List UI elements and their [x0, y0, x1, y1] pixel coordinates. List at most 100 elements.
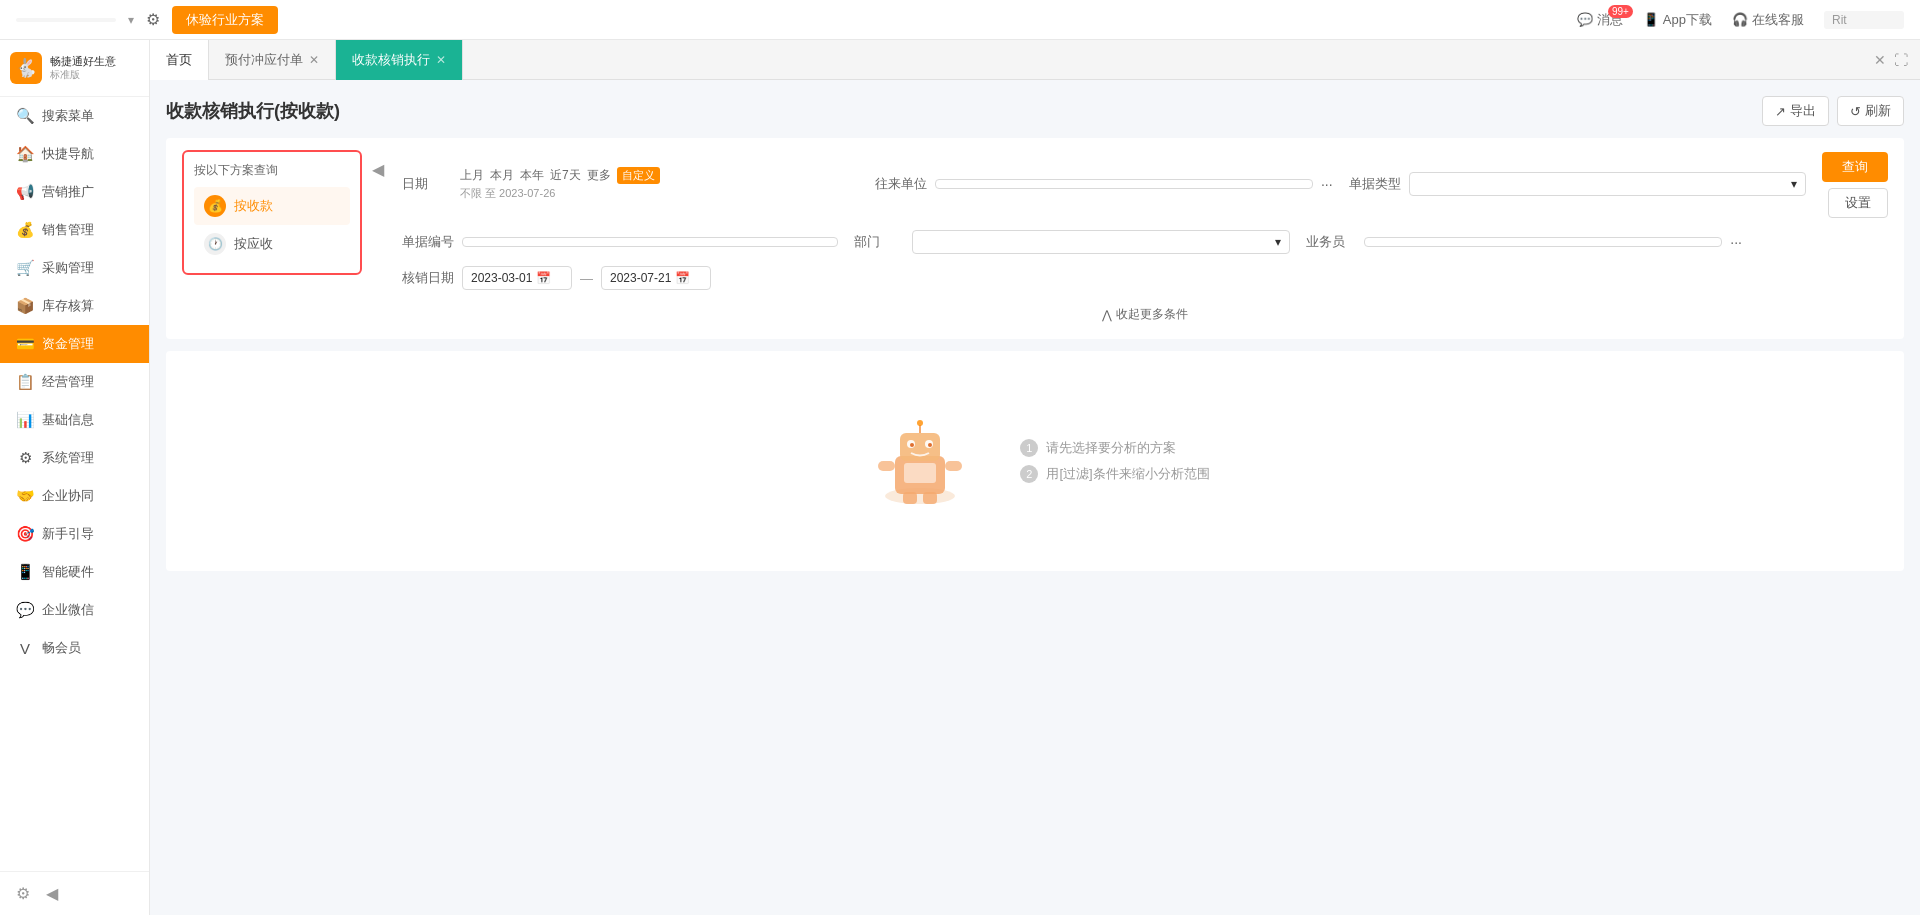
collapse-more-btn[interactable]: ⋀ 收起更多条件 [402, 302, 1888, 327]
sidebar-logo: 🐇 畅捷通好生意 标准版 [0, 40, 149, 97]
empty-num-2: 2 [1020, 465, 1038, 483]
page-title-bar: 收款核销执行(按收款) ↗ 导出 ↺ 刷新 [166, 96, 1904, 126]
tab-label-prepay: 预付冲应付单 [225, 51, 303, 69]
sidebar-item-quick-nav[interactable]: 🏠快捷导航 [0, 135, 149, 173]
dept-label: 部门 [854, 233, 904, 251]
topbar: ▾ ⚙ 休验行业方案 💬 消息 99+ 📱 App下载 🎧 在线客服 Rit [0, 0, 1920, 40]
collapse-icon: ⋀ [1102, 308, 1112, 322]
export-btn[interactable]: ↗ 导出 [1762, 96, 1829, 126]
filter-partner-item: 往来单位 ··· [875, 175, 1332, 193]
tab-close-prepay[interactable]: ✕ [309, 53, 319, 67]
filter-row-2: 单据编号 部门 ▾ 业务员 [402, 230, 1888, 254]
sidebar-item-hardware[interactable]: 📱智能硬件 [0, 553, 149, 591]
search-icon: 🔍 [16, 107, 34, 125]
sidebar-item-search[interactable]: 🔍搜索菜单 [0, 97, 149, 135]
industry-btn[interactable]: 休验行业方案 [172, 6, 278, 34]
date-more[interactable]: 更多 [587, 167, 611, 184]
sidebar-bottom: ⚙ ◀ [0, 871, 149, 915]
sidebar-label-wechat: 企业微信 [42, 601, 94, 619]
sidebar-item-operation[interactable]: 📋经营管理 [0, 363, 149, 401]
msg-badge: 99+ [1608, 5, 1633, 18]
date-custom[interactable]: 自定义 [617, 167, 660, 184]
filter-salesman-item: 业务员 ··· [1306, 233, 1742, 251]
wechat-icon: 💬 [16, 601, 34, 619]
sidebar-item-marketing[interactable]: 📢营销推广 [0, 173, 149, 211]
query-btn[interactable]: 查询 [1822, 152, 1888, 182]
sales-icon: 💰 [16, 221, 34, 239]
empty-illustration [860, 411, 980, 511]
maximize-icon[interactable]: ⛶ [1894, 52, 1908, 68]
doctype-chevron-icon: ▾ [1791, 177, 1797, 191]
settings-btn[interactable]: 设置 [1828, 188, 1888, 218]
date-last-month[interactable]: 上月 [460, 167, 484, 184]
svg-rect-12 [923, 492, 937, 504]
sidebar-item-guide[interactable]: 🎯新手引导 [0, 515, 149, 553]
topbar-msg[interactable]: 💬 消息 99+ [1577, 11, 1623, 29]
sidebar-item-sales[interactable]: 💰销售管理 [0, 211, 149, 249]
tab-label-receivable: 收款核销执行 [352, 51, 430, 69]
date-this-month[interactable]: 本月 [490, 167, 514, 184]
calendar-start-icon: 📅 [536, 271, 551, 285]
tab-home[interactable]: 首页 [150, 40, 209, 80]
filter-collapse-icon[interactable]: ◀ [370, 158, 386, 181]
tab-close-receivable[interactable]: ✕ [436, 53, 446, 67]
topbar-right: 💬 消息 99+ 📱 App下载 🎧 在线客服 Rit [1577, 11, 1904, 29]
partner-input[interactable] [935, 179, 1313, 189]
tab-label-home: 首页 [166, 51, 192, 69]
guide-icon: 🎯 [16, 525, 34, 543]
topbar-app[interactable]: 📱 App下载 [1643, 11, 1712, 29]
dept-chevron-icon: ▾ [1275, 235, 1281, 249]
tab-receivable[interactable]: 收款核销执行 ✕ [336, 40, 463, 80]
date-this-year[interactable]: 本年 [520, 167, 544, 184]
filter-row-3: 核销日期 2023-03-01 📅 — 2023-07-21 📅 [402, 266, 1888, 290]
salesman-input[interactable] [1364, 237, 1722, 247]
close-window-icon[interactable]: ✕ [1874, 52, 1886, 68]
sidebar-item-member[interactable]: V畅会员 [0, 629, 149, 667]
sidebar-item-finance[interactable]: 💳资金管理 [0, 325, 149, 363]
page-title: 收款核销执行(按收款) [166, 99, 340, 123]
filter-option-receipt[interactable]: 💰 按收款 [194, 187, 350, 225]
filter-option-receivable[interactable]: 🕐 按应收 [194, 225, 350, 263]
verify-date-end[interactable]: 2023-07-21 📅 [601, 266, 711, 290]
sidebar-items: 🔍搜索菜单🏠快捷导航📢营销推广💰销售管理🛒采购管理📦库存核算💳资金管理📋经营管理… [0, 97, 149, 871]
sidebar-item-system[interactable]: ⚙系统管理 [0, 439, 149, 477]
tab-prepay[interactable]: 预付冲应付单 ✕ [209, 40, 336, 80]
dept-select[interactable]: ▾ [912, 230, 1290, 254]
filter-form: 日期 上月 本月 本年 近7天 更多 自定义 不限 至 [402, 150, 1888, 327]
sidebar-collapse-icon[interactable]: ◀ [46, 884, 58, 903]
sidebar-item-collab[interactable]: 🤝 企业协同 [0, 477, 149, 515]
svg-point-5 [910, 443, 914, 447]
sidebar-label-collab: 企业协同 [42, 487, 94, 505]
sidebar-item-wechat[interactable]: 💬 企业微信 [0, 591, 149, 629]
doctype-select[interactable]: ▾ [1409, 172, 1806, 196]
topbar-service[interactable]: 🎧 在线客服 [1732, 11, 1804, 29]
filter-receivable-icon: 🕐 [204, 233, 226, 255]
partner-more-icon[interactable]: ··· [1321, 176, 1333, 192]
docno-input[interactable] [462, 237, 838, 247]
sidebar-label-basic: 基础信息 [42, 411, 94, 429]
basic-icon: 📊 [16, 411, 34, 429]
sidebar-label-hardware: 智能硬件 [42, 563, 94, 581]
date-label: 日期 [402, 175, 452, 193]
topbar-chevron-icon[interactable]: ▾ [128, 13, 134, 27]
filter-actions: 查询 设置 [1822, 150, 1888, 218]
date-7days[interactable]: 近7天 [550, 167, 581, 184]
svg-point-8 [917, 420, 923, 426]
sidebar-logo-icon: 🐇 [10, 52, 42, 84]
partner-label: 往来单位 [875, 175, 927, 193]
content-area: 首页 预付冲应付单 ✕ 收款核销执行 ✕ ✕ ⛶ 收款核销执行(按收款) ↗ 导出 ↺ … [150, 40, 1920, 915]
salesman-more-icon[interactable]: ··· [1730, 234, 1742, 250]
sidebar-item-inventory[interactable]: 📦库存核算 [0, 287, 149, 325]
date-shortcuts: 上月 本月 本年 近7天 更多 自定义 [460, 167, 660, 184]
marketing-icon: 📢 [16, 183, 34, 201]
topbar-gear-icon[interactable]: ⚙ [146, 10, 160, 29]
verify-date-start[interactable]: 2023-03-01 📅 [462, 266, 572, 290]
date-hint: 不限 至 2023-07-26 [460, 186, 660, 201]
robot-svg [860, 411, 980, 511]
sidebar-gear-icon[interactable]: ⚙ [16, 884, 30, 903]
sidebar-item-basic[interactable]: 📊 基础信息 [0, 401, 149, 439]
collab-icon: 🤝 [16, 487, 34, 505]
refresh-btn[interactable]: ↺ 刷新 [1837, 96, 1904, 126]
sidebar-item-purchase[interactable]: 🛒采购管理 [0, 249, 149, 287]
window-controls: ✕ ⛶ [1874, 52, 1920, 68]
